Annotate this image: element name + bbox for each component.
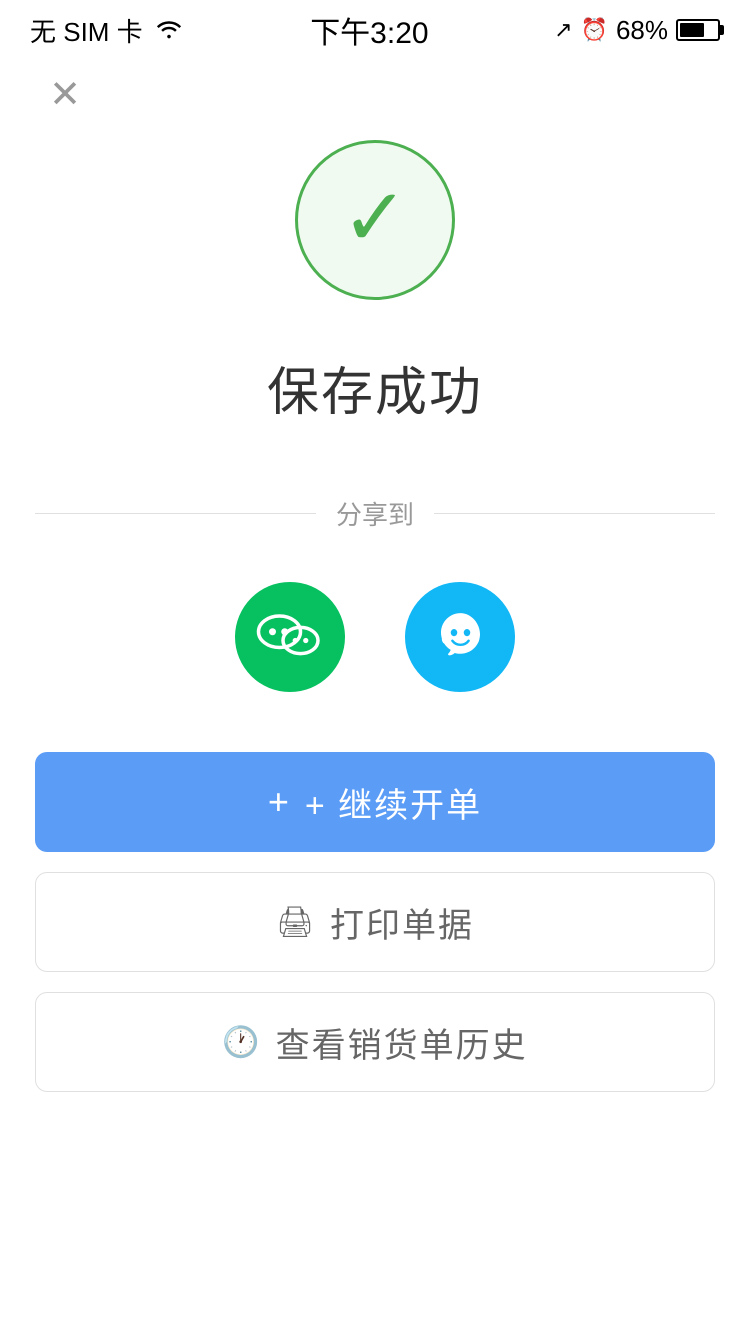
alarm-icon: ⏰ <box>581 17 608 43</box>
status-right: ↗ ⏰ 68% <box>554 15 720 46</box>
clock-icon: 🕐 <box>222 1025 261 1060</box>
share-label: 分享到 <box>336 495 414 532</box>
sim-label: 无 SIM 卡 <box>30 12 143 49</box>
history-label: 查看销货单历史 <box>276 1018 528 1067</box>
print-label: 打印单据 <box>330 898 474 947</box>
close-icon: ✕ <box>49 76 81 114</box>
share-divider: 分享到 <box>35 495 715 532</box>
wifi-icon <box>153 15 185 46</box>
status-bar: 无 SIM 卡 下午3:20 ↗ ⏰ 68% <box>0 0 750 60</box>
continue-label: + 继续开单 <box>305 778 482 827</box>
wechat-share-button[interactable] <box>235 582 345 692</box>
close-button[interactable]: ✕ <box>40 70 90 120</box>
print-button[interactable]: 🖨 打印单据 <box>35 872 715 972</box>
location-icon: ↗ <box>554 17 572 43</box>
qq-share-button[interactable] <box>405 582 515 692</box>
status-left: 无 SIM 卡 <box>30 12 185 49</box>
checkmark-icon: ✓ <box>341 178 408 258</box>
share-section: 分享到 <box>0 495 750 692</box>
divider-right <box>434 513 715 514</box>
history-button[interactable]: 🕐 查看销货单历史 <box>35 992 715 1092</box>
battery-icon <box>676 19 720 41</box>
buttons-section: + + 继续开单 🖨 打印单据 🕐 查看销货单历史 <box>35 752 715 1092</box>
status-time: 下午3:20 <box>310 8 428 52</box>
success-circle: ✓ <box>295 140 455 300</box>
share-icons-container <box>235 582 515 692</box>
continue-button[interactable]: + + 继续开单 <box>35 752 715 852</box>
divider-left <box>35 513 316 514</box>
plus-icon: + <box>268 781 291 823</box>
print-icon: 🖨 <box>276 905 316 940</box>
success-title: 保存成功 <box>267 350 483 425</box>
battery-label: 68% <box>616 15 668 46</box>
main-content: ✓ 保存成功 分享到 <box>0 60 750 1092</box>
wechat-icon <box>255 602 325 672</box>
qq-icon <box>428 605 493 670</box>
